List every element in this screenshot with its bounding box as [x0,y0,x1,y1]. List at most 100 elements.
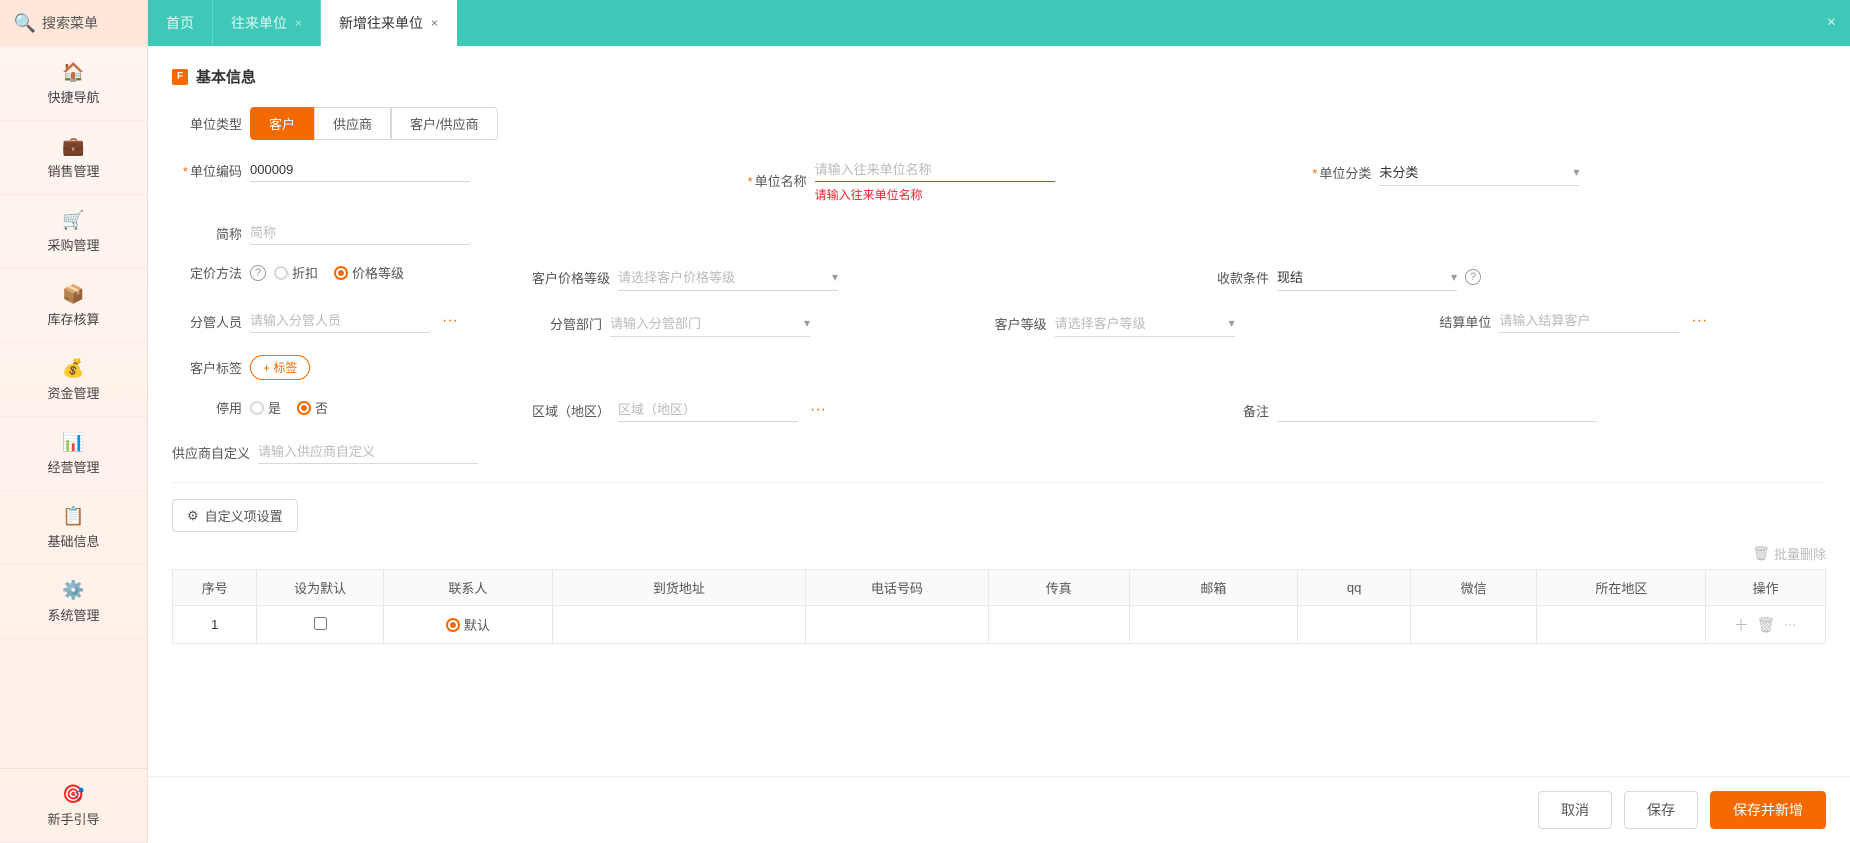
manager-input[interactable] [250,309,430,333]
manager-row: 分管人员 ··· 分管部门 请输入分管部门 ▾ 客户等级 请选择客户等级 ▾ [172,309,1826,337]
row-qq [1410,606,1537,644]
collection-terms-label: 收款条件 [1199,268,1269,287]
col-index: 序号 [173,570,257,606]
sidebar-sales-label: 销售管理 [47,161,99,180]
unit-category-value: 未分类 [1379,162,1569,181]
sidebar-item-guide[interactable]: 🎯 新手引导 [0,768,147,843]
unit-name-input[interactable] [815,158,1055,182]
tab-partners-close[interactable]: × [295,16,302,30]
type-btn-supplier[interactable]: 供应商 [314,107,391,140]
row-delete-button[interactable]: 🗑 [1757,616,1776,634]
suspend-row: 停用 是 否 区域（地区） [172,398,1826,422]
sidebar-item-purchase[interactable]: 🛒 采购管理 [0,195,147,269]
sidebar-item-finance[interactable]: 💰 资金管理 [0,343,147,417]
suspend-yes-radio[interactable] [250,401,264,415]
department-select[interactable]: 请输入分管部门 ▾ [610,309,810,337]
unit-type-row: 单位类型 客户 供应商 客户/供应商 [172,107,1826,140]
custom-settings-button[interactable]: ⚙ 自定义项设置 [172,499,298,532]
abbreviation-row: 简称 [172,221,1826,245]
tab-new-partner[interactable]: 新增往来单位 × [321,0,457,46]
col-actions: 操作 [1706,570,1826,606]
tab-home[interactable]: 首页 [148,0,213,46]
department-placeholder: 请输入分管部门 [610,313,800,332]
unit-code-field: *单位编码 [172,158,697,182]
customer-level-label: 客户等级 [977,314,1047,333]
pricing-discount-option[interactable]: 折扣 [274,263,318,282]
sidebar-quick-nav-label: 快捷导航 [47,87,99,106]
sidebar-item-search[interactable]: 🔍 搜索菜单 [0,0,147,47]
row-select-checkbox[interactable] [314,617,327,630]
row-contact [552,606,805,644]
save-new-button[interactable]: 保存并新增 [1710,791,1826,829]
abbreviation-input[interactable] [250,221,470,245]
col-wechat: 微信 [1410,570,1537,606]
row-default-radio[interactable] [446,618,460,632]
customer-level-select[interactable]: 请选择客户等级 ▾ [1055,309,1235,337]
contact-table: 序号 设为默认 联系人 到货地址 电话号码 传真 邮箱 qq 微信 所在地区 操… [172,569,1826,644]
tag-row: 客户标签 + 标签 [172,355,1826,380]
col-default: 设为默认 [257,570,384,606]
tab-home-label: 首页 [166,13,194,33]
suspend-yes-option[interactable]: 是 [250,398,281,417]
pricing-level-radio[interactable] [334,266,348,280]
sidebar-item-basic[interactable]: 📋 基础信息 [0,491,147,565]
section-title-text: 基本信息 [196,66,256,87]
pricing-level-dot [338,270,344,276]
customer-price-select[interactable]: 请选择客户价格等级 ▾ [618,263,838,291]
section-icon: F [172,69,188,85]
supplier-custom-input[interactable] [258,440,478,464]
suspend-no-radio[interactable] [297,401,311,415]
collection-help-icon[interactable]: ? [1465,269,1481,285]
tab-new-partner-label: 新增往来单位 [339,13,423,33]
sidebar-item-system[interactable]: ⚙️ 系统管理 [0,565,147,639]
remark-input[interactable] [1277,398,1597,422]
tab-new-partner-close[interactable]: × [431,16,438,30]
manager-label: 分管人员 [172,312,242,331]
pricing-level-option[interactable]: 价格等级 [334,263,404,282]
row-drag-handle[interactable]: ⋮ [1784,619,1798,631]
customer-price-arrow: ▾ [832,270,838,284]
row-phone [988,606,1129,644]
window-close-button[interactable]: × [1827,14,1836,32]
sidebar-search-label: 搜索菜单 [42,13,98,33]
type-btn-customer[interactable]: 客户 [250,107,314,140]
sidebar-item-inventory[interactable]: 📦 库存核算 [0,269,147,343]
type-btn-both[interactable]: 客户/供应商 [391,107,498,140]
col-region: 所在地区 [1537,570,1706,606]
row-checkbox [257,606,384,644]
row-add-button[interactable]: ＋ [1734,614,1749,635]
pricing-discount-radio[interactable] [274,266,288,280]
suspend-no-option[interactable]: 否 [297,398,328,417]
sidebar-item-quick-nav[interactable]: 🏠 快捷导航 [0,47,147,121]
sidebar: 🔍 搜索菜单 🏠 快捷导航 💼 销售管理 🛒 采购管理 📦 库存核算 💰 资金管… [0,0,148,843]
cancel-button[interactable]: 取消 [1538,791,1612,829]
region-more-btn[interactable]: ··· [806,401,830,419]
collection-terms-select[interactable]: 现结 ▾ [1277,263,1457,291]
add-tag-button[interactable]: + 标签 [250,355,310,380]
unit-category-select[interactable]: 未分类 ▾ [1379,158,1579,186]
sidebar-item-operation[interactable]: 📊 经营管理 [0,417,147,491]
unit-code-input[interactable] [250,158,470,182]
row-default-radio-label[interactable]: 默认 [394,615,542,634]
sidebar-item-sales[interactable]: 💼 销售管理 [0,121,147,195]
tab-partners[interactable]: 往来单位 × [213,0,321,46]
sidebar-inventory-label: 库存核算 [47,309,99,328]
collection-terms-field: 收款条件 现结 ▾ ? [1199,263,1826,291]
settlement-unit-input[interactable] [1499,309,1679,333]
region-input[interactable] [618,398,798,422]
pricing-help-icon[interactable]: ? [250,265,266,281]
manager-more-btn[interactable]: ··· [438,312,462,330]
sidebar-basic-label: 基础信息 [47,531,99,550]
unit-type-btn-group: 客户 供应商 客户/供应商 [250,107,498,140]
basic-icon: 📋 [63,505,85,527]
custom-settings-label: 自定义项设置 [205,506,283,525]
save-button[interactable]: 保存 [1624,791,1698,829]
row-email [1298,606,1411,644]
remark-label: 备注 [1199,401,1269,420]
col-address: 到货地址 [552,570,805,606]
settlement-more-btn[interactable]: ··· [1687,312,1711,330]
purchase-icon: 🛒 [63,209,85,231]
batch-delete-label[interactable]: 批量删除 [1774,544,1826,563]
sales-icon: 💼 [63,135,85,157]
customer-tag-label: 客户标签 [172,358,242,377]
